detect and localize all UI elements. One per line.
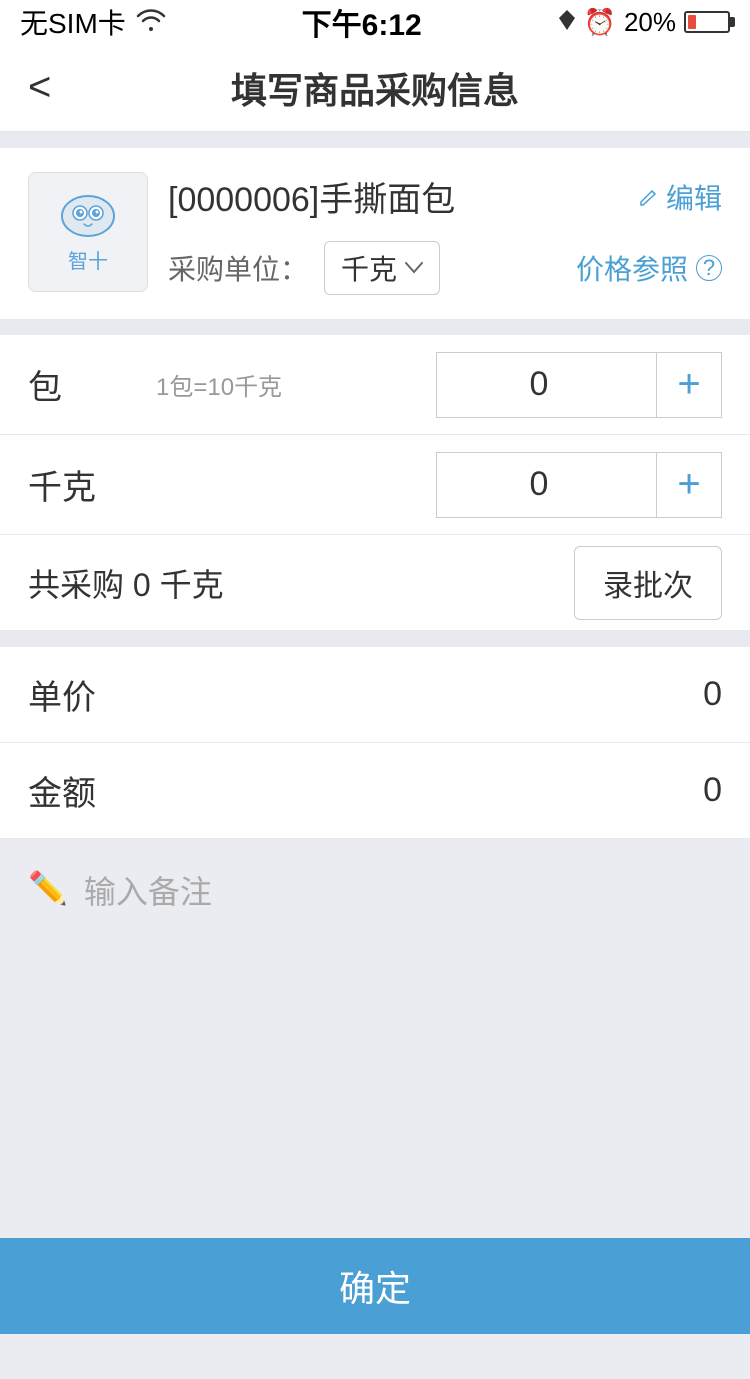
back-button[interactable]: < xyxy=(28,65,51,110)
product-header: [0000006]手撕面包 编辑 xyxy=(168,172,722,221)
status-time: 下午6:12 xyxy=(302,0,422,44)
package-row: 包 1包=10千克 + xyxy=(0,335,750,435)
page-title: 填写商品采购信息 xyxy=(231,62,519,114)
pencil-icon: ✏️ xyxy=(28,869,68,907)
product-unit-row: 采购单位： 千克 价格参照 ? xyxy=(168,241,722,295)
package-input[interactable] xyxy=(436,352,656,418)
package-input-wrapper: + xyxy=(436,352,722,418)
product-name: [0000006]手撕面包 xyxy=(168,172,455,221)
package-sublabel: 1包=10千克 xyxy=(156,367,282,402)
mid-divider xyxy=(0,319,750,335)
status-right: ⏰ 20% xyxy=(558,7,730,38)
summary-row: 共采购 0 千克 录批次 xyxy=(0,535,750,631)
kg-input-wrapper: + xyxy=(436,452,722,518)
product-info: [0000006]手撕面包 编辑 采购单位： 千克 价格参照 ? xyxy=(168,172,722,295)
product-logo: 智十 xyxy=(28,172,148,292)
help-icon: ? xyxy=(696,255,722,281)
unit-price-label: 单价 xyxy=(28,670,96,719)
amount-label: 金额 xyxy=(28,766,96,815)
kg-label: 千克 xyxy=(28,460,148,509)
alarm-icon: ⏰ xyxy=(584,7,616,38)
input-section: 包 1包=10千克 + 千克 + xyxy=(0,335,750,535)
status-left: 无SIM卡 xyxy=(20,2,166,42)
carrier-text: 无SIM卡 xyxy=(20,2,126,42)
confirm-button[interactable]: 确定 xyxy=(0,1238,750,1334)
unit-price-row: 单价 0 xyxy=(0,647,750,743)
amount-row: 金额 0 xyxy=(0,743,750,839)
status-bar: 无SIM卡 下午6:12 ⏰ 20% xyxy=(0,0,750,44)
unit-select[interactable]: 千克 xyxy=(324,241,440,295)
summary-text: 共采购 0 千克 xyxy=(28,560,224,606)
batch-button[interactable]: 录批次 xyxy=(574,546,722,620)
nav-bar: < 填写商品采购信息 xyxy=(0,44,750,132)
product-card: 智十 [0000006]手撕面包 编辑 采购单位： 千克 xyxy=(0,148,750,319)
unit-price-value: 0 xyxy=(703,675,722,714)
note-section[interactable]: ✏️ 输入备注 xyxy=(0,839,750,999)
price-ref-button[interactable]: 价格参照 ? xyxy=(576,248,722,288)
kg-plus-button[interactable]: + xyxy=(656,452,722,518)
package-plus-button[interactable]: + xyxy=(656,352,722,418)
kg-row: 千克 + xyxy=(0,435,750,535)
amount-value: 0 xyxy=(703,771,722,810)
kg-input[interactable] xyxy=(436,452,656,518)
wifi-icon xyxy=(136,6,166,38)
unit-label: 采购单位： xyxy=(168,248,308,288)
top-divider xyxy=(0,132,750,148)
detail-divider xyxy=(0,631,750,647)
product-logo-label: 智十 xyxy=(68,245,108,274)
note-placeholder: 输入备注 xyxy=(84,867,212,913)
location-icon xyxy=(558,7,576,38)
package-label: 包 xyxy=(28,360,148,409)
battery-percentage: 20% xyxy=(624,7,676,38)
battery-icon xyxy=(684,11,730,33)
edit-button[interactable]: 编辑 xyxy=(638,177,722,217)
detail-section: 单价 0 金额 0 xyxy=(0,647,750,839)
